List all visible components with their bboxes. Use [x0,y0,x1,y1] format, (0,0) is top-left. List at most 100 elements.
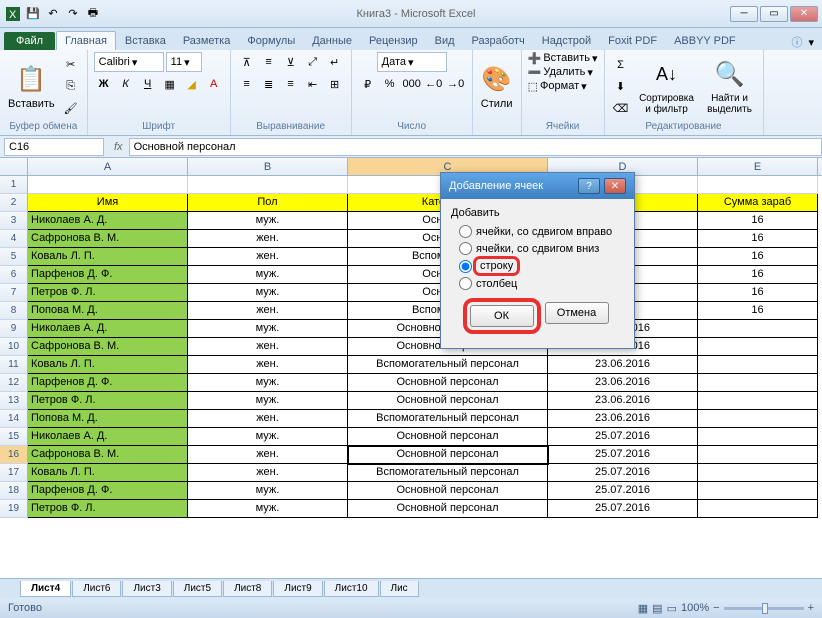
dialog-close-icon[interactable]: ✕ [604,178,626,194]
cell[interactable]: 16 [698,302,818,320]
sheet-tab[interactable]: Лист4 [20,581,71,597]
row-header[interactable]: 5 [0,248,28,266]
cell[interactable]: муж. [188,392,348,410]
cell[interactable]: 25.07.2016 [548,428,698,446]
sheet-tab[interactable]: Лист8 [223,581,272,597]
cell[interactable]: муж. [188,374,348,392]
cell[interactable] [698,410,818,428]
cell[interactable]: Коваль Л. П. [28,356,188,374]
cell[interactable]: муж. [188,320,348,338]
number-format-combo[interactable]: Дата▾ [377,52,447,72]
sheet-tab[interactable]: Лист9 [273,581,322,597]
cell[interactable] [698,464,818,482]
dec-decimal-icon[interactable]: →0 [446,74,466,94]
cell[interactable] [698,500,818,518]
redo-icon[interactable]: ↷ [64,5,82,23]
select-all-corner[interactable] [0,158,28,175]
dialog-titlebar[interactable]: Добавление ячеек ? ✕ [441,173,634,199]
undo-icon[interactable]: ↶ [44,5,62,23]
paste-button[interactable]: 📋 Вставить [6,62,57,112]
ok-button[interactable]: ОК [470,305,534,327]
cell[interactable]: 25.07.2016 [548,500,698,518]
row-header[interactable]: 14 [0,410,28,428]
cell[interactable]: Сафронова В. М. [28,230,188,248]
sheet-tab[interactable]: Лист5 [173,581,222,597]
minimize-button[interactable]: ─ [730,6,758,22]
insert-cells-button[interactable]: ➕Вставить▾ [528,52,598,65]
cell[interactable]: жен. [188,230,348,248]
cell[interactable]: 16 [698,212,818,230]
name-box[interactable]: C16 [4,138,104,156]
cell[interactable]: муж. [188,500,348,518]
tab-layout[interactable]: Разметка [175,32,239,50]
cell[interactable]: Коваль Л. П. [28,248,188,266]
zoom-slider[interactable] [724,607,804,610]
row-header[interactable]: 15 [0,428,28,446]
close-button[interactable]: ✕ [790,6,818,22]
percent-icon[interactable]: % [380,74,400,94]
cell[interactable]: Основной персонал [348,428,548,446]
inc-decimal-icon[interactable]: ←0 [424,74,444,94]
row-header[interactable]: 8 [0,302,28,320]
tab-formulas[interactable]: Формулы [239,32,303,50]
align-bottom-icon[interactable]: ⊻ [281,52,301,72]
cell[interactable]: Сафронова В. М. [28,338,188,356]
cell[interactable] [698,356,818,374]
font-color-icon[interactable]: A [204,74,224,94]
cell[interactable]: муж. [188,482,348,500]
cell[interactable]: 25.07.2016 [548,482,698,500]
row-header[interactable]: 16 [0,446,28,464]
tab-view[interactable]: Вид [427,32,463,50]
align-top-icon[interactable]: ⊼ [237,52,257,72]
view-normal-icon[interactable]: ▦ [638,602,648,615]
cell[interactable] [698,392,818,410]
cell[interactable]: Основной персонал [348,482,548,500]
cell[interactable] [698,428,818,446]
cell[interactable]: муж. [188,284,348,302]
cut-icon[interactable]: ✂ [61,55,81,75]
cell[interactable]: Вспомогательный персонал [348,464,548,482]
align-middle-icon[interactable]: ≡ [259,52,279,72]
font-name-combo[interactable]: Calibri▾ [94,52,164,72]
cell[interactable]: 25.07.2016 [548,446,698,464]
zoom-in-icon[interactable]: + [808,602,814,614]
fx-icon[interactable]: fx [108,141,129,153]
cell[interactable]: жен. [188,464,348,482]
cell[interactable] [698,482,818,500]
orientation-icon[interactable]: ⤢ [303,52,323,72]
sort-filter-button[interactable]: A↓ Сортировка и фильтр [635,57,699,117]
cell[interactable]: 16 [698,284,818,302]
tab-review[interactable]: Рецензир [361,32,426,50]
tab-abbyy[interactable]: ABBYY PDF [666,32,744,50]
cell[interactable] [188,176,348,194]
cell[interactable]: 16 [698,230,818,248]
currency-icon[interactable]: ₽ [358,74,378,94]
bold-icon[interactable]: Ж [94,74,114,94]
row-header[interactable]: 19 [0,500,28,518]
cell[interactable]: 23.06.2016 [548,392,698,410]
view-layout-icon[interactable]: ▤ [652,602,662,615]
copy-icon[interactable]: ⎘ [61,77,81,97]
sheet-tab[interactable]: Лист10 [324,581,379,597]
cell[interactable]: Попова М. Д. [28,302,188,320]
tab-home[interactable]: Главная [56,31,116,50]
sheet-tab[interactable]: Лист6 [72,581,121,597]
cell[interactable]: Николаев А. Д. [28,212,188,230]
spreadsheet-grid[interactable]: ABCDE 12ИмяПолКатегорияСумма зараб3Никол… [0,158,822,578]
row-header[interactable]: 3 [0,212,28,230]
radio-shift-right[interactable]: ячейки, со сдвигом вправо [451,223,624,240]
format-cells-button[interactable]: ⬚Формат▾ [528,80,587,93]
tab-dev[interactable]: Разработч [464,32,533,50]
cell[interactable]: Сафронова В. М. [28,446,188,464]
excel-icon[interactable]: X [4,5,22,23]
cell[interactable] [698,446,818,464]
restore-button[interactable]: ▭ [760,6,788,22]
tab-insert[interactable]: Вставка [117,32,174,50]
sheet-tab[interactable]: Лист3 [122,581,171,597]
cell[interactable]: Вспомогательный персонал [348,410,548,428]
row-header[interactable]: 1 [0,176,28,194]
cell[interactable]: Парфенов Д. Ф. [28,482,188,500]
cell[interactable]: Сумма зараб [698,194,818,212]
cell[interactable]: Коваль Л. П. [28,464,188,482]
minimize-ribbon-icon[interactable]: ▾ [808,36,814,49]
